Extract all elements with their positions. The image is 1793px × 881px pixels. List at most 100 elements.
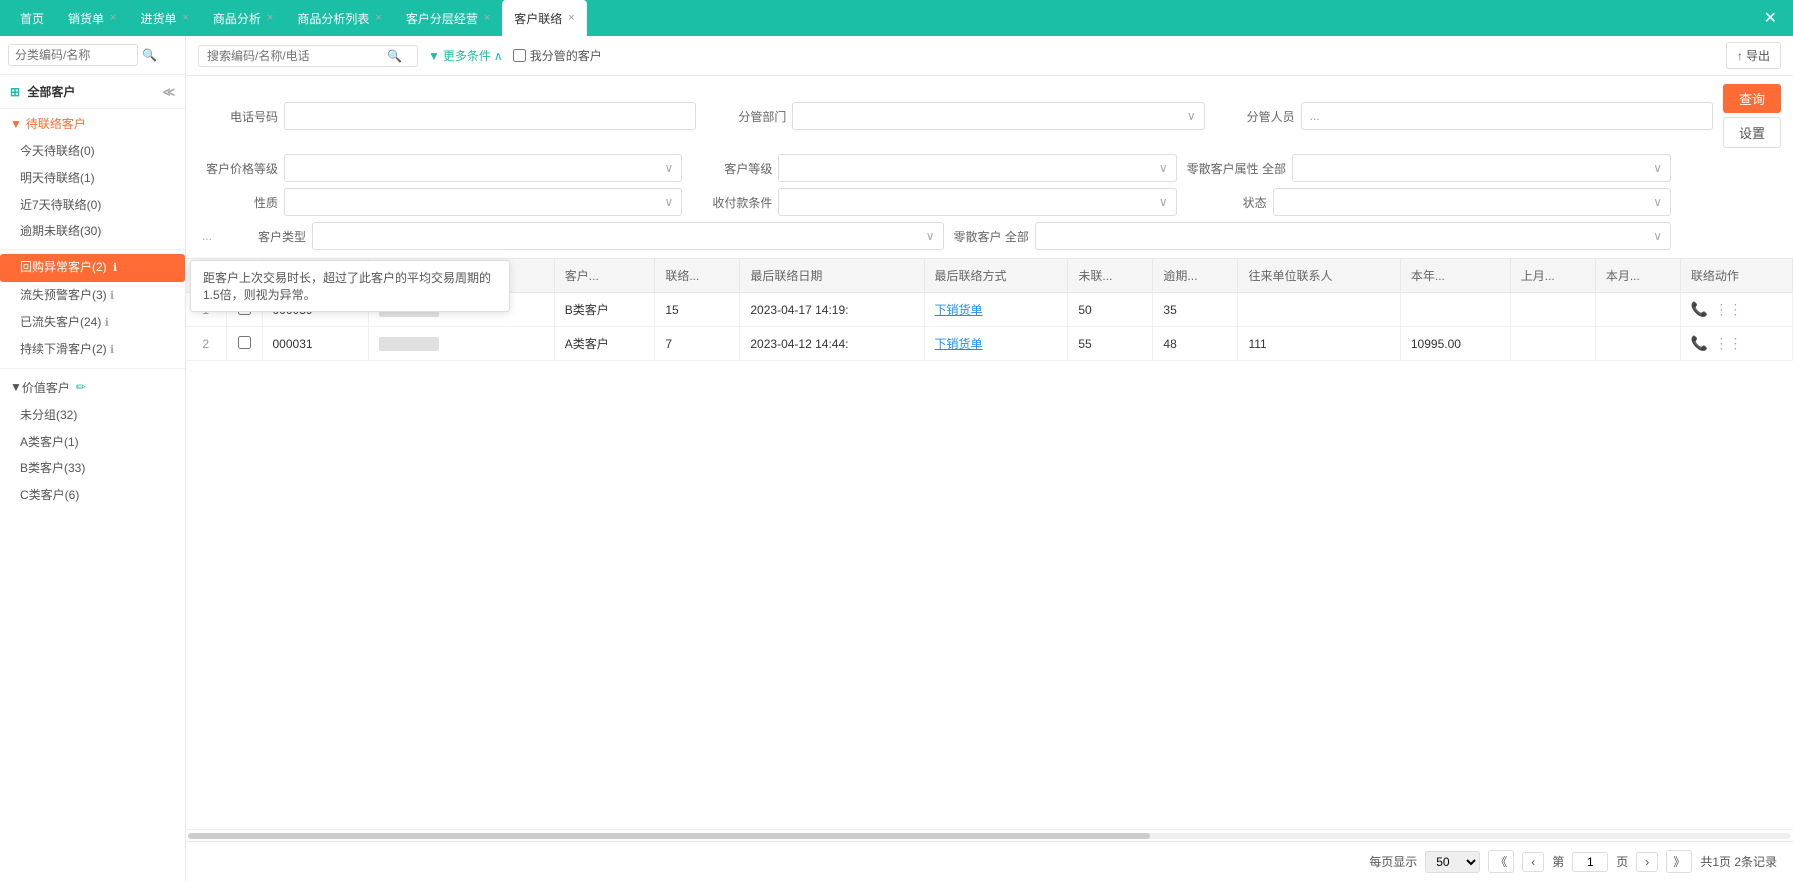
filter-phone: 电话号码: [198, 102, 696, 130]
more-conditions-button[interactable]: ▼ 更多条件 ∧: [428, 47, 503, 64]
pagination-bar: 每页显示 50 20 100 《 ‹ 第 页 › 》 共1页 2条记录: [186, 841, 1793, 881]
zero-attr-select[interactable]: ∨: [1292, 154, 1671, 182]
sidebar-item-declining[interactable]: 持续下滑客户(2) ℹ: [0, 336, 185, 363]
gender-select[interactable]: ∨: [284, 188, 682, 216]
row-2-level: A类客户: [554, 327, 655, 361]
nav-sales-order[interactable]: 销货单 ×: [56, 0, 128, 36]
payment-select[interactable]: ∨: [778, 188, 1176, 216]
info-icon: ℹ: [113, 262, 117, 274]
filter-zero-customer: 零散客户 全部 ∨: [954, 222, 1672, 250]
payment-arrow-icon: ∨: [1159, 195, 1168, 209]
price-level-select[interactable]: ∨: [284, 154, 682, 182]
prev-page-button[interactable]: ‹: [1522, 852, 1544, 872]
status-select[interactable]: ∨: [1273, 188, 1671, 216]
next-page-button[interactable]: ›: [1636, 852, 1658, 872]
row-1-last-way[interactable]: 下销货单: [924, 293, 1068, 327]
page-label: 第: [1552, 853, 1564, 870]
my-customer-check[interactable]: [513, 49, 526, 62]
first-page-button[interactable]: 《: [1488, 850, 1514, 873]
filter-cust-level: 客户等级 ∨: [692, 154, 1176, 182]
row-1-phone-action-icon[interactable]: 📞: [1691, 301, 1708, 318]
cust-type-label: 客户类型: [226, 228, 306, 245]
nav-customer-segment[interactable]: 客户分层经营 ×: [394, 0, 502, 36]
info-icon2: ℹ: [110, 290, 114, 302]
close-all-tabs-button[interactable]: ✕: [1756, 8, 1785, 28]
filter-dots[interactable]: ...: [198, 229, 216, 243]
sidebar-item-tomorrow-pending[interactable]: 明天待联络(1): [0, 165, 185, 192]
cust-type-select[interactable]: ∨: [312, 222, 944, 250]
scrollbar-thumb[interactable]: [188, 833, 1150, 839]
close-product-analysis-list-icon[interactable]: ×: [375, 12, 381, 24]
col-not-contact-header: 未联...: [1068, 259, 1153, 293]
query-button[interactable]: 查询: [1723, 84, 1781, 113]
row-2-name: [369, 327, 555, 361]
close-product-analysis-icon[interactable]: ×: [267, 12, 273, 24]
col-contact-header: 联络...: [655, 259, 740, 293]
sidebar-item-today-pending[interactable]: 今天待联络(0): [0, 138, 185, 165]
zero-customer-select[interactable]: ∨: [1035, 222, 1671, 250]
filter-toolbar: 🔍 ▼ 更多条件 ∧ 我分管的客户 ↑ 导出: [186, 36, 1793, 76]
row-2-unit-contact: 111: [1238, 327, 1400, 361]
close-customer-contact-icon[interactable]: ×: [568, 12, 574, 24]
sidebar-collapse-icon[interactable]: ≪: [162, 85, 175, 99]
nav-customer-contact[interactable]: 客户联络 ×: [502, 0, 586, 36]
search-input[interactable]: [207, 49, 387, 63]
filter-right-area: ↑ 导出: [1726, 42, 1781, 69]
sidebar-item-churned[interactable]: 已流失客户(24) ℹ: [0, 309, 185, 336]
gender-label: 性质: [198, 194, 278, 211]
phone-input[interactable]: [284, 102, 696, 130]
nav-product-analysis-list[interactable]: 商品分析列表 ×: [285, 0, 393, 36]
table-row: 2 000031 A类客户 7 2023-04-12 14:44: 下销货单 5…: [186, 327, 1793, 361]
per-page-select[interactable]: 50 20 100: [1425, 851, 1480, 873]
col-action-header: 联络动作: [1680, 259, 1792, 293]
nav-home[interactable]: 首页: [8, 0, 56, 36]
export-button[interactable]: ↑ 导出: [1726, 42, 1781, 69]
sidebar-item-class-a[interactable]: A类客户(1): [0, 429, 185, 456]
filter-payment: 收付款条件 ∨: [692, 188, 1176, 216]
close-purchase-order-icon[interactable]: ×: [182, 12, 188, 24]
sidebar-item-class-b[interactable]: B类客户(33): [0, 455, 185, 482]
dept-select[interactable]: ∨: [792, 102, 1204, 130]
dept-select-arrow-icon: ∨: [1187, 109, 1196, 123]
page-number-input[interactable]: [1572, 852, 1608, 872]
nav-purchase-order[interactable]: 进货单 ×: [128, 0, 200, 36]
sidebar-group-value-customer[interactable]: ▼ 价值客户 ✏: [0, 373, 185, 402]
my-customer-checkbox[interactable]: 我分管的客户: [513, 47, 602, 64]
search-submit-icon[interactable]: 🔍: [387, 49, 402, 63]
zero-customer-label: 零散客户 全部: [954, 228, 1029, 245]
zero-customer-arrow-icon: ∨: [1653, 229, 1662, 243]
edit-icon[interactable]: ✏: [76, 380, 86, 394]
sidebar-item-class-c[interactable]: C类客户(6): [0, 482, 185, 509]
row-2-more-action-icon[interactable]: ⋮⋮: [1714, 335, 1742, 352]
cust-level-select[interactable]: ∨: [778, 154, 1176, 182]
setting-button[interactable]: 设置: [1723, 117, 1781, 148]
gender-arrow-icon: ∨: [665, 195, 674, 209]
sidebar-item-7day-pending[interactable]: 近7天待联络(0): [0, 192, 185, 219]
close-customer-segment-icon[interactable]: ×: [484, 12, 490, 24]
last-page-button[interactable]: 》: [1666, 850, 1692, 873]
row-1-action: 📞 ⋮⋮: [1680, 293, 1792, 327]
row-2-last-way[interactable]: 下销货单: [924, 327, 1068, 361]
sidebar-search-icon[interactable]: 🔍: [142, 48, 157, 62]
sidebar-item-ungrouped[interactable]: 未分组(32): [0, 402, 185, 429]
row-1-this-month: [1595, 293, 1680, 327]
row-2-check[interactable]: [226, 327, 262, 361]
close-sales-order-icon[interactable]: ×: [110, 12, 116, 24]
phone-label: 电话号码: [198, 108, 278, 125]
horizontal-scrollbar[interactable]: [186, 829, 1793, 841]
sidebar-item-overdue-pending[interactable]: 逾期未联络(30): [0, 218, 185, 245]
nav-product-analysis[interactable]: 商品分析 ×: [201, 0, 285, 36]
row-2-code: 000031: [262, 327, 369, 361]
row-2-phone-action-icon[interactable]: 📞: [1691, 335, 1708, 352]
row-1-more-action-icon[interactable]: ⋮⋮: [1714, 301, 1742, 318]
repurchase-abnormal-tooltip: 距客户上次交易时长，超过了此客户的平均交易周期的1.5倍，则视为异常。: [190, 260, 510, 312]
filter-status: 状态 ∨: [1187, 188, 1671, 216]
sidebar-group-pending-contact[interactable]: ▼ 待联络客户: [0, 109, 185, 138]
sidebar-search-input[interactable]: [8, 44, 138, 66]
sidebar: 🔍 ⊞ 全部客户 ≪ ▼ 待联络客户 今天待联络(0) 明天待联络(1) 近7天…: [0, 36, 186, 881]
row-1-unit-contact: [1238, 293, 1400, 327]
sidebar-item-repurchase-abnormal[interactable]: 回购异常客户(2) ℹ: [0, 254, 185, 281]
row-2-checkbox[interactable]: [238, 336, 251, 349]
person-select[interactable]: ...: [1301, 102, 1713, 130]
sidebar-item-churn-warning[interactable]: 流失预警客户(3) ℹ: [0, 282, 185, 309]
